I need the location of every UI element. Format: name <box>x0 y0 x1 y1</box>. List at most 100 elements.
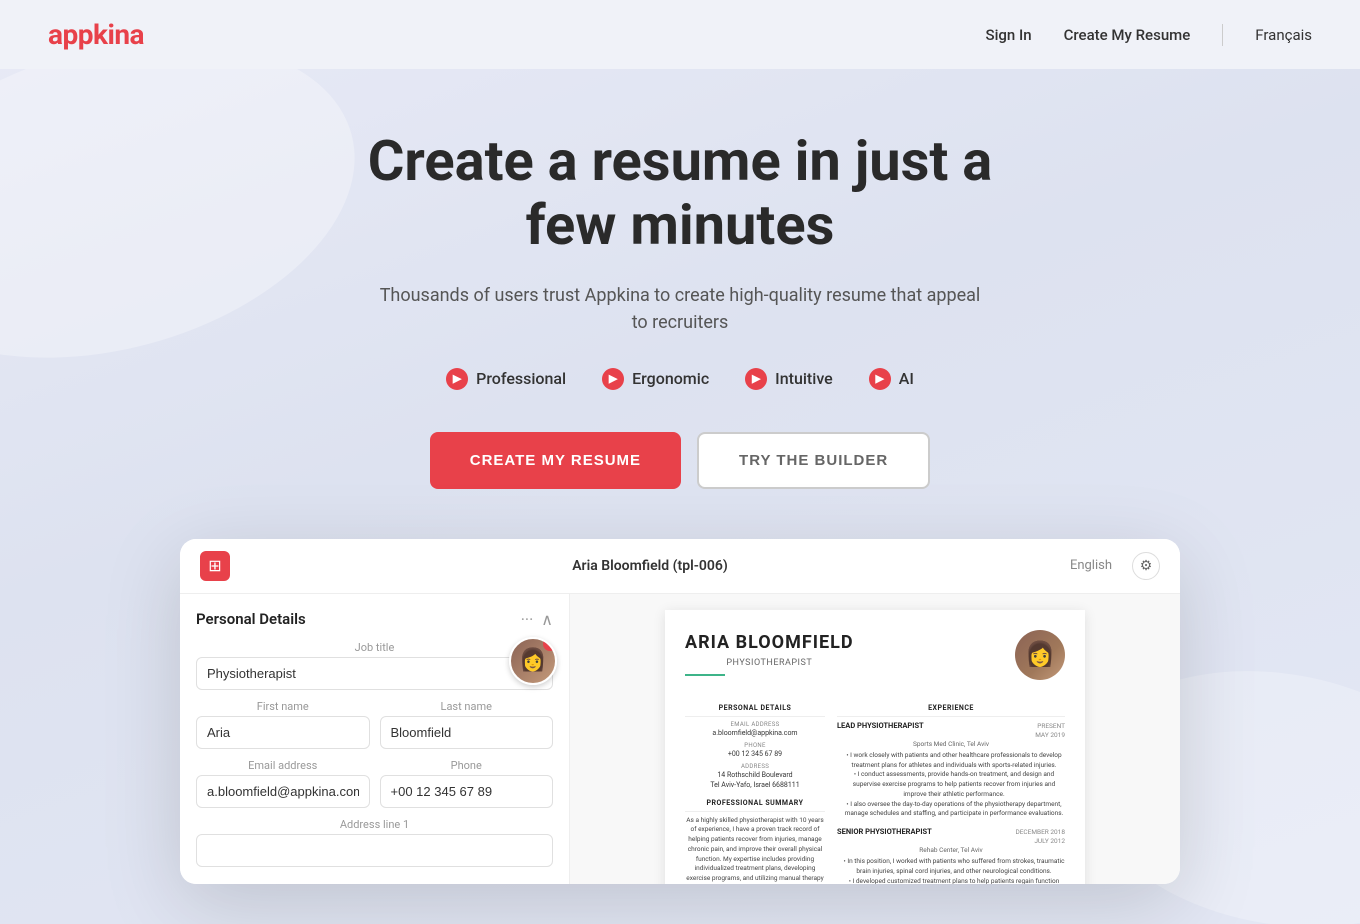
collapse-icon[interactable]: ∧ <box>541 610 553 629</box>
resume-document: ARIA BLOOMFIELD PHYSIOTHERAPIST 👩 <box>665 610 1085 884</box>
resume-left-col: PERSONAL DETAILS Email address a.bloomfi… <box>685 696 825 884</box>
email-field: Email address <box>196 759 370 808</box>
job-title-label: Job title <box>196 641 553 654</box>
first-name-label: First name <box>196 700 370 713</box>
resume-phone-label: Phone <box>685 742 825 750</box>
exp1-start: MAY 2019 <box>1035 731 1065 740</box>
features-row: ▶ Professional ▶ Ergonomic ▶ Intuitive ▶… <box>20 368 1340 390</box>
phone-input[interactable] <box>380 775 554 808</box>
resume-email-value: a.bloomfield@appkina.com <box>685 729 825 739</box>
app-logo-icon <box>200 551 230 581</box>
avatar-container: 👩 ✕ <box>509 637 557 685</box>
job-title-field: Job title 👩 ✕ <box>196 641 553 690</box>
hero-section: Create a resume in just a few minutes Th… <box>0 69 1360 924</box>
exp1-bullet-1: I work closely with patients and other h… <box>837 751 1065 771</box>
nav-divider <box>1222 24 1223 46</box>
hero-content: Create a resume in just a few minutes Th… <box>20 129 1340 489</box>
feature-label-ai: AI <box>899 369 914 388</box>
section-header: Personal Details ··· ∧ <box>196 610 553 629</box>
feature-intuitive: ▶ Intuitive <box>745 368 833 390</box>
resume-address-label: Address <box>685 763 825 771</box>
exp1-company: Sports Med Clinic, Tel Aviv <box>837 740 1065 749</box>
feature-icon-professional: ▶ <box>446 368 468 390</box>
address-input[interactable] <box>196 834 553 867</box>
avatar: 👩 <box>519 648 546 673</box>
nav-signin[interactable]: Sign In <box>986 26 1032 44</box>
resume-address-value: 14 Rothschild Boulevard Tel Aviv-Yafo, I… <box>685 771 825 791</box>
avatar-remove-button[interactable]: ✕ <box>543 637 557 651</box>
last-name-input[interactable] <box>380 716 554 749</box>
exp1-end: PRESENT <box>1035 722 1065 731</box>
app-header-title: Aria Bloomfield (tpl-006) <box>242 558 1058 574</box>
try-builder-button[interactable]: TRY THE BUILDER <box>697 432 930 489</box>
feature-icon-ergonomic: ▶ <box>602 368 624 390</box>
app-body: Personal Details ··· ∧ Job title 👩 ✕ <box>180 594 1180 884</box>
preview-section: Aria Bloomfield (tpl-006) English ⚙ Pers… <box>20 539 1340 884</box>
resume-job-title: PHYSIOTHERAPIST <box>685 657 854 670</box>
email-input[interactable] <box>196 775 370 808</box>
exp2-end: DECEMBER 2018 <box>1015 828 1065 837</box>
exp1-role: LEAD PHYSIOTHERAPIST <box>837 721 924 732</box>
exp1-bullet-3: I also oversee the day-to-day operations… <box>837 800 1065 820</box>
experience-item-1: LEAD PHYSIOTHERAPIST PRESENT MAY 2019 Sp… <box>837 721 1065 820</box>
feature-ai: ▶ AI <box>869 368 914 390</box>
resume-phone-value: +00 12 345 67 89 <box>685 750 825 760</box>
last-name-label: Last name <box>380 700 554 713</box>
address-label: Address line 1 <box>196 818 553 831</box>
exp2-company: Rehab Center, Tel Aviv <box>837 846 1065 855</box>
app-header-bar: Aria Bloomfield (tpl-006) English ⚙ <box>180 539 1180 594</box>
feature-professional: ▶ Professional <box>446 368 566 390</box>
feature-label-intuitive: Intuitive <box>775 369 833 388</box>
first-name-field: First name <box>196 700 370 749</box>
phone-label: Phone <box>380 759 554 772</box>
email-label: Email address <box>196 759 370 772</box>
create-resume-button[interactable]: CREATE MY RESUME <box>430 432 681 489</box>
resume-header-block: ARIA BLOOMFIELD PHYSIOTHERAPIST 👩 <box>685 630 1065 688</box>
resume-experience-title: EXPERIENCE <box>837 704 1065 717</box>
nav-create[interactable]: Create My Resume <box>1064 26 1191 44</box>
resume-panel: ARIA BLOOMFIELD PHYSIOTHERAPIST 👩 <box>570 594 1180 884</box>
exp2-start: JULY 2012 <box>1015 837 1065 846</box>
address-field: Address line 1 <box>196 818 553 867</box>
form-panel: Personal Details ··· ∧ Job title 👩 ✕ <box>180 594 570 884</box>
resume-underline <box>685 674 725 676</box>
cta-row: CREATE MY RESUME TRY THE BUILDER <box>20 432 1340 489</box>
name-row: First name Last name <box>196 700 553 759</box>
resume-email-label: Email address <box>685 721 825 729</box>
more-options-icon[interactable]: ··· <box>521 610 534 629</box>
resume-summary-text: As a highly skilled physiotherapist with… <box>685 816 825 884</box>
nav-lang[interactable]: Français <box>1255 26 1312 44</box>
feature-ergonomic: ▶ Ergonomic <box>602 368 709 390</box>
resume-photo: 👩 <box>1015 630 1065 680</box>
feature-label-ergonomic: Ergonomic <box>632 369 709 388</box>
app-header-lang[interactable]: English <box>1070 558 1112 573</box>
first-name-input[interactable] <box>196 716 370 749</box>
personal-details-section-title: PERSONAL DETAILS <box>685 704 825 717</box>
feature-icon-intuitive: ▶ <box>745 368 767 390</box>
phone-field: Phone <box>380 759 554 808</box>
experience-item-2: SENIOR PHYSIOTHERAPIST DECEMBER 2018 JUL… <box>837 827 1065 884</box>
resume-right-col: EXPERIENCE LEAD PHYSIOTHERAPIST PRESENT … <box>837 696 1065 884</box>
last-name-field: Last name <box>380 700 554 749</box>
hero-title: Create a resume in just a few minutes <box>320 129 1040 258</box>
page-header: appkina Sign In Create My Resume Françai… <box>0 0 1360 69</box>
exp1-bullet-2: I conduct assessments, provide hands-on … <box>837 770 1065 799</box>
exp2-bullet-1: In this position, I worked with patients… <box>837 857 1065 877</box>
feature-label-professional: Professional <box>476 369 566 388</box>
resume-photo-avatar: 👩 <box>1025 638 1055 672</box>
exp2-role: SENIOR PHYSIOTHERAPIST <box>837 827 932 838</box>
section-title: Personal Details <box>196 610 306 628</box>
resume-summary-title: PROFESSIONAL SUMMARY <box>685 799 825 812</box>
gear-icon[interactable]: ⚙ <box>1132 552 1160 580</box>
contact-row: Email address Phone <box>196 759 553 818</box>
feature-icon-ai: ▶ <box>869 368 891 390</box>
resume-name: ARIA BLOOMFIELD <box>685 630 854 655</box>
exp2-bullet-2: I developed customized treatment plans t… <box>837 877 1065 884</box>
resume-name-block: ARIA BLOOMFIELD PHYSIOTHERAPIST <box>685 630 854 676</box>
logo: appkina <box>48 18 144 51</box>
app-preview: Aria Bloomfield (tpl-006) English ⚙ Pers… <box>180 539 1180 884</box>
main-nav: Sign In Create My Resume Français <box>986 24 1313 46</box>
hero-subtitle: Thousands of users trust Appkina to crea… <box>370 282 990 336</box>
section-actions: ··· ∧ <box>521 610 553 629</box>
job-title-input[interactable] <box>196 657 553 690</box>
